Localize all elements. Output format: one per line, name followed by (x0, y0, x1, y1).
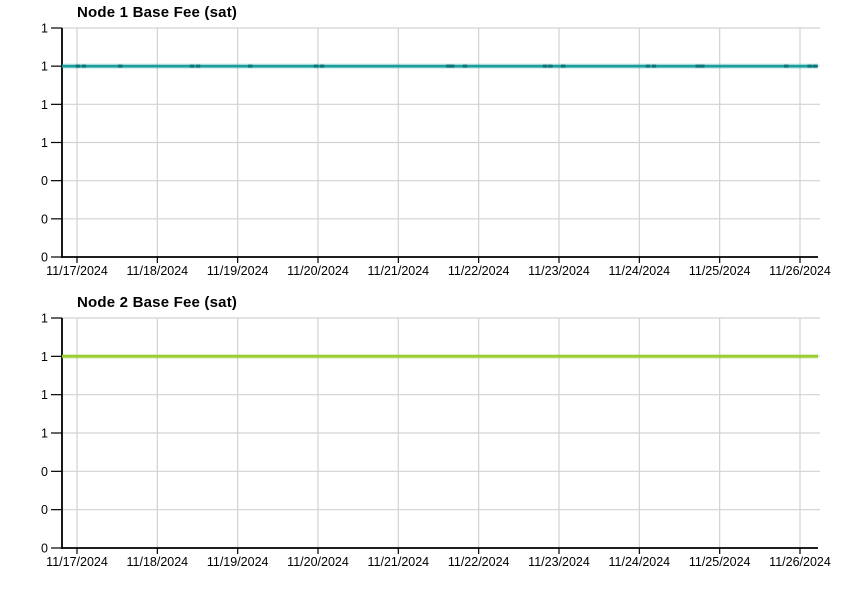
series-marker (462, 64, 468, 68)
series-marker (807, 64, 812, 68)
x-tick-label: 11/26/2024 (769, 555, 831, 569)
series-marker (651, 64, 657, 68)
y-tick-label: 0 (41, 174, 48, 188)
x-tick-label: 11/22/2024 (448, 555, 510, 569)
x-tick-label: 11/20/2024 (287, 264, 349, 278)
series-marker (446, 64, 451, 68)
series-marker (118, 64, 123, 68)
series-marker (319, 64, 325, 68)
x-tick-label: 11/17/2024 (46, 264, 108, 278)
x-tick-label: 11/25/2024 (689, 264, 751, 278)
chart-1-plot: 111100011/17/2024 11/18/2024 11/19/2024 11/… (41, 22, 831, 279)
series-marker (248, 64, 253, 68)
x-tick-label: 11/25/2024 (689, 555, 751, 569)
x-tick-label: 11/19/2024 (207, 555, 269, 569)
page: Node 1 Base Fee (sat) 1 1 1 1 0 0 0 11/17/2024 1… (0, 0, 860, 600)
series-marker (195, 64, 201, 68)
y-tick-label: 1 (41, 22, 48, 36)
series-marker (542, 64, 548, 68)
series-marker (645, 64, 651, 68)
y-tick-label: 0 (41, 542, 48, 556)
series-marker (75, 64, 81, 68)
x-tick-label: 11/18/2024 (127, 264, 189, 278)
series-marker (695, 64, 700, 68)
series-marker (548, 64, 553, 68)
y-tick-label: 0 (41, 212, 48, 226)
y-tick-label: 0 (41, 503, 48, 517)
y-tick-label: 1 (41, 350, 48, 364)
x-tick-label: 11/22/2024 (448, 264, 510, 278)
series-marker (784, 64, 789, 68)
series-marker (449, 64, 455, 68)
x-tick-label: 11/17/2024 (46, 555, 108, 569)
y-tick-label: 1 (41, 388, 48, 402)
chart-2-plot: 111100011/17/2024 11/18/2024 11/19/2024 11/… (41, 312, 831, 570)
series-marker (561, 64, 566, 68)
y-tick-label: 1 (41, 98, 48, 112)
y-tick-label: 1 (41, 312, 48, 326)
x-tick-label: 11/21/2024 (368, 264, 430, 278)
y-tick-label: 1 (41, 136, 48, 150)
x-tick-label: 11/20/2024 (287, 555, 349, 569)
x-tick-label: 11/26/2024 (769, 264, 831, 278)
x-tick-label: 11/19/2024 (207, 264, 269, 278)
y-tick-label: 1 (41, 427, 48, 441)
y-tick-label: 1 (41, 60, 48, 74)
series-marker (313, 64, 319, 68)
series-marker (81, 64, 87, 68)
x-tick-label: 11/18/2024 (127, 555, 189, 569)
series-marker (189, 64, 195, 68)
x-tick-label: 11/21/2024 (368, 555, 430, 569)
series-marker (700, 64, 705, 68)
x-tick-label: 11/24/2024 (609, 264, 671, 278)
x-tick-label: 11/23/2024 (528, 555, 590, 569)
x-tick-label: 11/23/2024 (528, 264, 590, 278)
y-tick-label: 0 (41, 465, 48, 479)
x-tick-label: 11/24/2024 (609, 555, 671, 569)
y-tick-label: 0 (41, 251, 48, 265)
series-marker (812, 64, 818, 68)
